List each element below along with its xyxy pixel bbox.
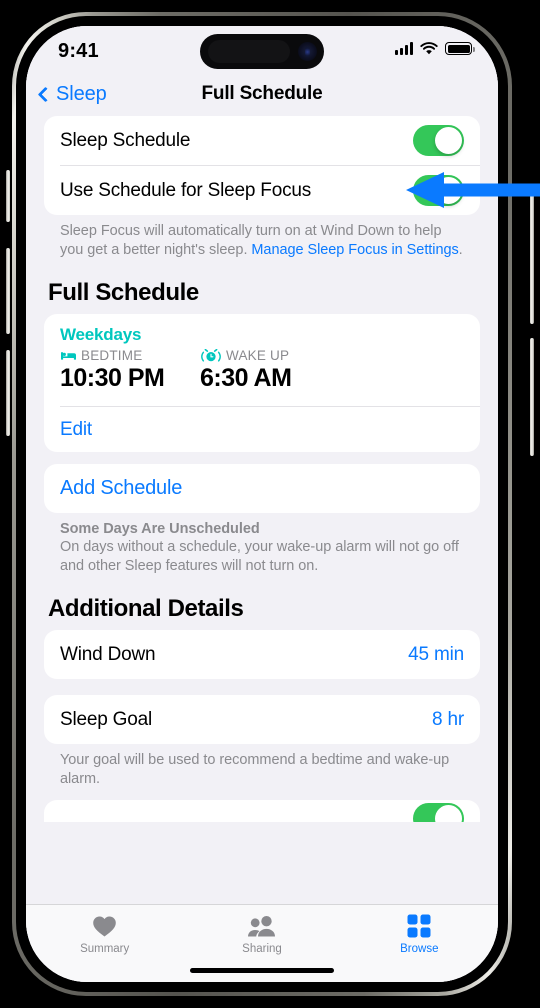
edit-schedule-row[interactable]: Edit [44, 407, 480, 452]
row-sleep-goal[interactable]: Sleep Goal 8 hr [44, 695, 480, 744]
row-use-schedule-for-sleep-focus[interactable]: Use Schedule for Sleep Focus [44, 166, 480, 215]
sleep-schedule-card: Sleep Schedule Use Schedule for Sleep Fo… [44, 116, 480, 215]
tab-sharing-label: Sharing [242, 943, 282, 955]
sleep-goal-card: Sleep Goal 8 hr [44, 695, 480, 744]
row-use-schedule-label: Use Schedule for Sleep Focus [60, 179, 312, 201]
grid-icon [407, 914, 431, 938]
schedule-days-label: Weekdays [60, 325, 142, 344]
bedtime-label: BEDTIME [81, 348, 143, 363]
row-sleep-schedule-label: Sleep Schedule [60, 129, 191, 151]
back-button-label: Sleep [56, 82, 107, 105]
back-button[interactable]: Sleep [37, 82, 107, 106]
sleep-schedule-toggle[interactable] [413, 125, 464, 156]
sleep-focus-footnote-period: . [458, 241, 463, 258]
navigation-bar: Sleep Full Schedule [26, 72, 498, 116]
sleep-focus-footnote: Sleep Focus will automatically turn on a… [44, 215, 480, 259]
edit-schedule-link[interactable]: Edit [60, 419, 92, 441]
screenshot-stage: 9:41 Sleep Full Schedule Sleep Schedule … [0, 0, 540, 1008]
alarm-clock-icon [201, 348, 221, 362]
bedtime-column: BEDTIME 10:30 PM [60, 348, 200, 393]
tab-sharing[interactable]: Sharing [183, 913, 340, 955]
page-title: Full Schedule [201, 83, 323, 104]
front-camera-icon [298, 42, 317, 61]
add-schedule-link[interactable]: Add Schedule [60, 477, 182, 500]
action-button[interactable] [6, 170, 10, 222]
bed-icon [61, 352, 76, 360]
unscheduled-note-title: Some Days Are Unscheduled [60, 521, 260, 537]
tab-browse-label: Browse [400, 943, 439, 955]
status-bar-time: 9:41 [58, 39, 99, 62]
cellular-signal-icon [395, 42, 413, 55]
people-icon [247, 916, 275, 937]
status-bar-indicators [395, 42, 475, 55]
dynamic-island-pill [208, 40, 290, 63]
volume-down-button[interactable] [6, 350, 10, 436]
next-setting-card-partial[interactable] [44, 800, 480, 822]
bedtime-value: 10:30 PM [60, 364, 165, 392]
full-schedule-section-title: Full Schedule [48, 279, 199, 306]
sleep-goal-value: 8 hr [432, 708, 464, 730]
weekday-schedule-card: Weekdays BEDTIME 10:30 PM WAKE UP 6:30 A… [44, 314, 480, 452]
chevron-left-icon [37, 86, 54, 102]
heart-icon [93, 915, 116, 936]
row-sleep-schedule[interactable]: Sleep Schedule [44, 116, 480, 165]
dynamic-island [200, 34, 324, 69]
tab-summary[interactable]: Summary [26, 913, 183, 955]
phone-screen: 9:41 Sleep Full Schedule Sleep Schedule … [26, 26, 498, 982]
add-schedule-card[interactable]: Add Schedule [44, 464, 480, 513]
schedule-summary[interactable]: Weekdays BEDTIME 10:30 PM WAKE UP 6:30 A… [44, 314, 480, 406]
tab-summary-label: Summary [80, 943, 130, 955]
battery-icon [445, 42, 475, 55]
sleep-goal-label: Sleep Goal [60, 708, 153, 730]
wind-down-card: Wind Down 45 min [44, 630, 480, 679]
wakeup-column: WAKE UP 6:30 AM [200, 348, 340, 393]
wifi-icon [420, 42, 438, 55]
use-schedule-for-sleep-focus-toggle[interactable] [413, 175, 464, 206]
next-setting-toggle[interactable] [413, 802, 464, 822]
unscheduled-note-body: On days without a schedule, your wake-up… [60, 539, 459, 574]
additional-details-section-title: Additional Details [48, 595, 244, 622]
wind-down-label: Wind Down [60, 643, 156, 665]
add-schedule-row[interactable]: Add Schedule [44, 464, 480, 513]
wakeup-label: WAKE UP [226, 348, 290, 363]
status-bar: 9:41 [26, 26, 498, 72]
row-wind-down[interactable]: Wind Down 45 min [44, 630, 480, 679]
wakeup-value: 6:30 AM [200, 364, 292, 392]
wind-down-value: 45 min [408, 643, 464, 665]
manage-sleep-focus-link[interactable]: Manage Sleep Focus in Settings [251, 242, 458, 258]
volume-up-button[interactable] [6, 248, 10, 334]
power-button-lower[interactable] [530, 338, 534, 456]
settings-content[interactable]: Sleep Schedule Use Schedule for Sleep Fo… [26, 116, 498, 904]
sleep-goal-footnote: Your goal will be used to recommend a be… [60, 752, 450, 787]
power-button[interactable] [530, 192, 534, 324]
tab-browse[interactable]: Browse [341, 913, 498, 955]
home-indicator [190, 968, 334, 973]
